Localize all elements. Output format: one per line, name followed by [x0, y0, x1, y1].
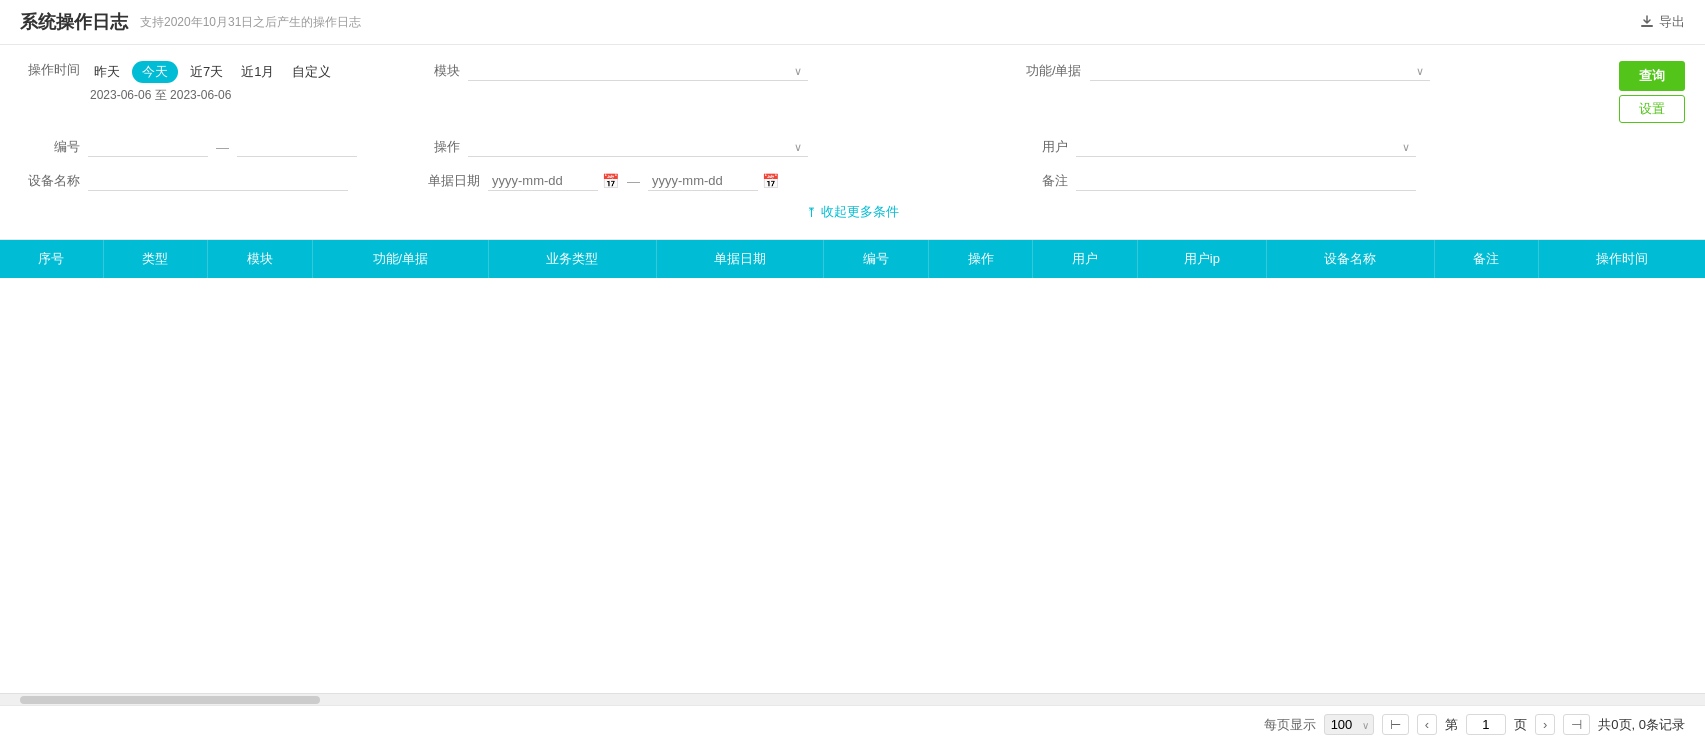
code-dash: —: [216, 140, 229, 155]
pagination-bar: 每页显示 100 10 20 50 200 ⊢ ‹ 第 页 › ⊣ 共0页, 0…: [0, 705, 1705, 743]
calendar-end-icon[interactable]: 📅: [762, 173, 779, 189]
empty-area: [0, 278, 1705, 598]
operation-label: 操作: [420, 138, 460, 156]
page-number-input[interactable]: [1466, 714, 1506, 735]
date-end-input[interactable]: [648, 171, 758, 191]
per-page-select[interactable]: 100 10 20 50 200: [1324, 714, 1374, 735]
time-label: 操作时间: [20, 61, 80, 79]
first-page-button[interactable]: ⊢: [1382, 714, 1409, 735]
date-dash: —: [627, 174, 640, 189]
device-input[interactable]: [88, 171, 348, 191]
col-remark: 备注: [1434, 240, 1538, 278]
prev-page-button[interactable]: ‹: [1417, 714, 1437, 735]
collapse-label: 收起更多条件: [821, 203, 899, 221]
code-label: 编号: [20, 138, 80, 156]
export-icon: [1639, 14, 1655, 30]
code-end-input[interactable]: [237, 137, 357, 157]
date-start-input[interactable]: [488, 171, 598, 191]
query-button[interactable]: 查询: [1619, 61, 1685, 91]
time-opt-7days[interactable]: 近7天: [184, 61, 229, 83]
collapse-button[interactable]: ⤒ 收起更多条件: [806, 203, 899, 221]
time-opt-yesterday[interactable]: 昨天: [88, 61, 126, 83]
col-user-ip: 用户ip: [1137, 240, 1266, 278]
function-select[interactable]: [1090, 61, 1430, 81]
page-unit: 页: [1514, 716, 1527, 734]
table-header-row: 序号 类型 模块 功能/单据 业务类型 单据日期 编号 操作 用户 用户ip 设…: [0, 240, 1705, 278]
horizontal-scrollbar[interactable]: [0, 693, 1705, 705]
next-page-button[interactable]: ›: [1535, 714, 1555, 735]
device-label: 设备名称: [20, 172, 80, 190]
col-function: 功能/单据: [312, 240, 488, 278]
page-subtitle: 支持2020年10月31日之后产生的操作日志: [140, 14, 361, 31]
time-range-display: 2023-06-06 至 2023-06-06: [90, 87, 337, 104]
user-select[interactable]: [1076, 137, 1416, 157]
page-label: 第: [1445, 716, 1458, 734]
export-button[interactable]: 导出: [1639, 13, 1685, 31]
data-table: 序号 类型 模块 功能/单据 业务类型 单据日期 编号 操作 用户 用户ip 设…: [0, 240, 1705, 278]
last-page-button[interactable]: ⊣: [1563, 714, 1590, 735]
col-op-time: 操作时间: [1538, 240, 1705, 278]
function-label: 功能/单据: [1022, 62, 1082, 80]
time-opt-1month[interactable]: 近1月: [235, 61, 280, 83]
operation-select[interactable]: [468, 137, 808, 157]
col-code: 编号: [824, 240, 928, 278]
col-doc-date: 单据日期: [656, 240, 824, 278]
col-seq: 序号: [0, 240, 103, 278]
per-page-wrapper: 100 10 20 50 200: [1324, 714, 1374, 735]
svg-rect-0: [1641, 25, 1653, 27]
total-label: 共0页, 0条记录: [1598, 716, 1685, 734]
user-label: 用户: [1008, 138, 1068, 156]
module-select[interactable]: [468, 61, 808, 81]
calendar-start-icon[interactable]: 📅: [602, 173, 619, 189]
col-biz-type: 业务类型: [489, 240, 657, 278]
time-options-group: 昨天 今天 近7天 近1月 自定义: [88, 61, 337, 83]
col-user: 用户: [1033, 240, 1137, 278]
scrollbar-thumb[interactable]: [20, 696, 320, 704]
collapse-row: ⤒ 收起更多条件: [20, 199, 1685, 229]
per-page-label: 每页显示: [1264, 716, 1316, 734]
time-opt-custom[interactable]: 自定义: [286, 61, 337, 83]
code-start-input[interactable]: [88, 137, 208, 157]
col-device: 设备名称: [1266, 240, 1434, 278]
col-type: 类型: [103, 240, 207, 278]
col-operation: 操作: [928, 240, 1032, 278]
col-module: 模块: [208, 240, 312, 278]
doc-date-label: 单据日期: [420, 172, 480, 190]
time-opt-today[interactable]: 今天: [132, 61, 178, 83]
setting-button[interactable]: 设置: [1619, 95, 1685, 123]
collapse-chevron-icon: ⤒: [806, 205, 817, 220]
action-buttons: 查询 设置: [1619, 61, 1685, 123]
page-title: 系统操作日志: [20, 10, 128, 34]
module-label: 模块: [420, 62, 460, 80]
remark-label: 备注: [1008, 172, 1068, 190]
remark-input[interactable]: [1076, 171, 1416, 191]
